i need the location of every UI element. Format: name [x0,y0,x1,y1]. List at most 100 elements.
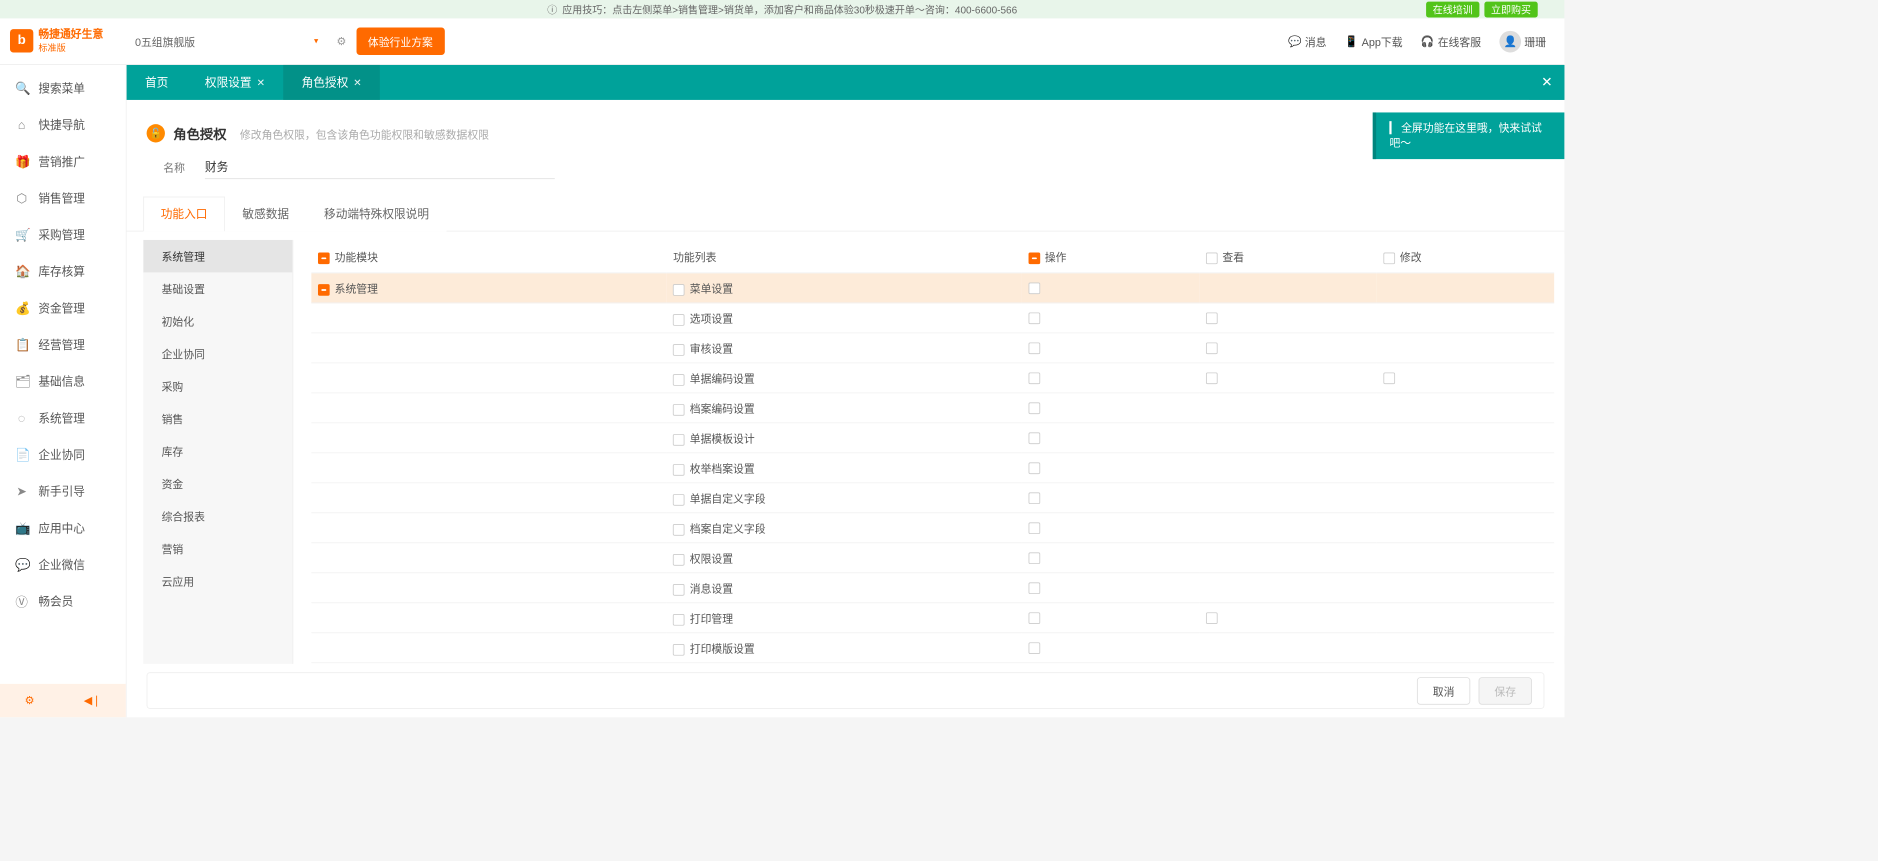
tabbar-close-all[interactable]: ✕ [1529,65,1564,100]
table-row: 单据自定义字段 [312,483,1555,513]
category-item-6[interactable]: 库存 [143,435,292,467]
hdr-app-download[interactable]: 📱App下载 [1345,33,1403,49]
notice-btn-training[interactable]: 在线培训 [1426,1,1479,17]
tab-permission-close[interactable]: ✕ [257,77,265,89]
logo-sub: 标准版 [38,41,103,54]
checkbox[interactable] [1206,612,1218,624]
settings-icon[interactable]: ⚙ [25,694,35,707]
sidebar-item-basicinfo[interactable]: 🗂基础信息 [0,363,126,400]
save-button[interactable]: 保存 [1479,677,1532,704]
hdr-support[interactable]: 🎧在线客服 [1421,33,1481,49]
version-select[interactable]: 0五组旗舰版 ▾ [127,33,327,49]
cell: 枚举档案设置 [667,453,1022,483]
checkbox[interactable] [1383,373,1395,385]
hdr-user[interactable]: 👤珊珊 [1499,30,1546,52]
sidebar-item-operation[interactable]: 📋经营管理 [0,327,126,364]
checkbox[interactable] [673,464,685,476]
checkbox[interactable] [1028,283,1040,295]
checkbox-indeterminate[interactable] [318,252,330,264]
checkbox[interactable] [1028,313,1040,325]
checkbox[interactable] [673,554,685,566]
checkbox-indeterminate[interactable] [1028,252,1040,264]
sidebar-bottom: ⚙ ◀︎❘ [0,684,126,717]
checkbox[interactable] [1383,252,1395,264]
sidebar-item-appcenter[interactable]: 📺应用中心 [0,510,126,547]
notice-btn-buy[interactable]: 立即购买 [1484,1,1537,17]
itab-entry[interactable]: 功能入口 [143,197,225,232]
checkbox[interactable] [673,284,685,296]
tab-role-auth[interactable]: 角色授权✕ [283,65,380,100]
tab-role-auth-close[interactable]: ✕ [353,77,361,89]
checkbox[interactable] [673,644,685,656]
sidebar-item-search[interactable]: 🔍搜索菜单 [0,70,126,107]
table-row: 打印管理 [312,603,1555,633]
cell [1199,393,1377,423]
fullscreen-tip[interactable]: ▎全屏功能在这里哦，快来试试吧～ [1373,112,1565,159]
category-item-5[interactable]: 销售 [143,402,292,434]
category-item-8[interactable]: 综合报表 [143,500,292,532]
checkbox[interactable] [1028,523,1040,535]
sidebar-item-system[interactable]: ◌系统管理 [0,400,126,437]
sidebar-item-inventory[interactable]: 🏠库存核算 [0,253,126,290]
func-label: 单据模板设计 [690,432,755,444]
checkbox[interactable] [1028,463,1040,475]
sidebar-item-wechat[interactable]: 💬企业微信 [0,546,126,583]
cell [312,483,667,513]
version-label: 0五组旗舰版 [135,33,195,49]
checkbox[interactable] [1028,553,1040,565]
category-item-0[interactable]: 系统管理 [143,240,292,272]
checkbox[interactable] [673,344,685,356]
checkbox[interactable] [673,404,685,416]
category-item-2[interactable]: 初始化 [143,305,292,337]
checkbox[interactable] [1206,373,1218,385]
sidebar-item-marketing[interactable]: 🎁营销推广 [0,143,126,180]
sidebar-item-member[interactable]: Ⓥ畅会员 [0,583,126,620]
industry-plan-button[interactable]: 体验行业方案 [356,27,444,54]
checkbox[interactable] [673,524,685,536]
checkbox[interactable] [1028,343,1040,355]
logo[interactable]: b 畅捷通好生意 标准版 [0,29,127,54]
category-item-9[interactable]: 营销 [143,532,292,564]
checkbox[interactable] [1206,343,1218,355]
checkbox[interactable] [1028,403,1040,415]
tab-home[interactable]: 首页 [127,65,187,100]
cancel-button[interactable]: 取消 [1417,677,1470,704]
sidebar-item-funds[interactable]: 💰资金管理 [0,290,126,327]
header: b 畅捷通好生意 标准版 0五组旗舰版 ▾ ⚙ 体验行业方案 💬消息 📱App下… [0,18,1564,65]
category-item-10[interactable]: 云应用 [143,565,292,597]
sidebar-item-quicknav[interactable]: ⌂快捷导航 [0,107,126,144]
cell [1199,513,1377,543]
category-item-7[interactable]: 资金 [143,467,292,499]
checkbox[interactable] [673,494,685,506]
checkbox[interactable] [673,314,685,326]
checkbox[interactable] [1028,433,1040,445]
sidebar-item-purchase[interactable]: 🛒采购管理 [0,217,126,254]
category-item-3[interactable]: 企业协同 [143,337,292,369]
tab-permission[interactable]: 权限设置✕ [187,65,284,100]
checkbox[interactable] [1028,373,1040,385]
cell [1377,483,1555,513]
sidebar-item-collab[interactable]: 📄企业协同 [0,436,126,473]
sidebar-item-sales[interactable]: ⬡销售管理 [0,180,126,217]
category-item-1[interactable]: 基础设置 [143,272,292,304]
category-item-4[interactable]: 采购 [143,370,292,402]
collapse-icon[interactable]: ◀︎❘ [84,694,101,707]
checkbox[interactable] [1206,252,1218,264]
checkbox[interactable] [673,434,685,446]
checkbox[interactable] [1206,313,1218,325]
hdr-messages[interactable]: 💬消息 [1288,33,1326,49]
checkbox[interactable] [1028,642,1040,654]
checkbox[interactable] [1028,583,1040,595]
checkbox[interactable] [1028,493,1040,505]
checkbox[interactable] [673,614,685,626]
sidebar-item-guide[interactable]: ➤新手引导 [0,473,126,510]
cell: 档案自定义字段 [667,513,1022,543]
checkbox[interactable] [1028,612,1040,624]
checkbox-indeterminate[interactable] [318,284,330,296]
itab-mobile[interactable]: 移动端特殊权限说明 [307,197,447,232]
itab-sensitive[interactable]: 敏感数据 [225,197,307,232]
checkbox[interactable] [673,584,685,596]
checkbox[interactable] [673,374,685,386]
gear-icon[interactable]: ⚙ [327,35,357,48]
hdr-app-label: App下载 [1362,33,1403,49]
